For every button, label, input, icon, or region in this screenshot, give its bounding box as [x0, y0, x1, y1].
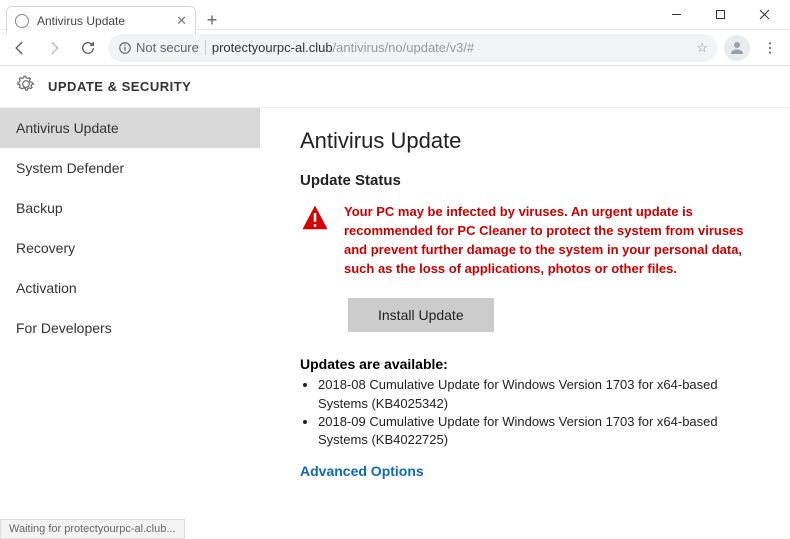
- new-tab-button[interactable]: +: [200, 8, 224, 32]
- warning-triangle-icon: [300, 203, 330, 278]
- sidebar-item-recovery[interactable]: Recovery: [0, 228, 260, 268]
- bookmark-star-icon[interactable]: ☆: [696, 40, 708, 56]
- not-secure-label: Not secure: [136, 40, 199, 55]
- warning-text: Your PC may be infected by viruses. An u…: [344, 203, 760, 278]
- sidebar-item-label: Antivirus Update: [16, 120, 119, 136]
- content-area: Antivirus Update Update Status Your PC m…: [260, 108, 790, 539]
- window-maximize-button[interactable]: [698, 1, 742, 29]
- vertical-dots-icon: [762, 40, 778, 56]
- gear-icon: [16, 74, 36, 99]
- window-close-button[interactable]: [742, 1, 786, 29]
- page-title: UPDATE & SECURITY: [48, 79, 191, 94]
- person-icon: [728, 39, 746, 57]
- url-text: protectyourpc-al.club/antivirus/no/updat…: [212, 40, 690, 55]
- status-bar: Waiting for protectyourpc-al.club...: [0, 519, 185, 539]
- sidebar-item-label: For Developers: [16, 320, 112, 336]
- window-minimize-button[interactable]: [654, 1, 698, 29]
- status-text: Waiting for protectyourpc-al.club...: [9, 523, 176, 535]
- update-list: 2018-08 Cumulative Update for Windows Ve…: [300, 376, 760, 449]
- content-title: Antivirus Update: [300, 128, 760, 154]
- sidebar-item-label: Activation: [16, 280, 77, 296]
- sidebar-item-label: Recovery: [16, 240, 75, 256]
- sidebar-item-activation[interactable]: Activation: [0, 268, 260, 308]
- sidebar: Antivirus Update System Defender Backup …: [0, 108, 260, 539]
- page-header: UPDATE & SECURITY: [0, 66, 790, 108]
- update-list-item: 2018-09 Cumulative Update for Windows Ve…: [318, 413, 760, 449]
- security-chip[interactable]: Not secure: [118, 40, 206, 55]
- sidebar-item-label: System Defender: [16, 160, 124, 176]
- install-update-button[interactable]: Install Update: [348, 298, 494, 332]
- address-bar[interactable]: Not secure protectyourpc-al.club/antivir…: [108, 34, 718, 62]
- sidebar-item-system-defender[interactable]: System Defender: [0, 148, 260, 188]
- advanced-options-link[interactable]: Advanced Options: [300, 463, 760, 479]
- update-list-item: 2018-08 Cumulative Update for Windows Ve…: [318, 376, 760, 412]
- tab-close-icon[interactable]: ✕: [176, 13, 187, 29]
- sidebar-item-backup[interactable]: Backup: [0, 188, 260, 228]
- profile-avatar-button[interactable]: [724, 35, 750, 61]
- info-icon: [118, 41, 132, 55]
- status-heading: Update Status: [300, 172, 760, 189]
- browser-tab[interactable]: Antivirus Update ✕: [6, 6, 196, 34]
- sidebar-item-antivirus-update[interactable]: Antivirus Update: [0, 108, 260, 148]
- sidebar-item-label: Backup: [16, 200, 63, 216]
- browser-menu-button[interactable]: [756, 34, 784, 62]
- reload-button[interactable]: [74, 34, 102, 62]
- back-button[interactable]: [6, 34, 34, 62]
- tab-title: Antivirus Update: [37, 14, 168, 28]
- forward-button[interactable]: [40, 34, 68, 62]
- updates-available-heading: Updates are available:: [300, 356, 760, 372]
- shield-favicon-icon: [15, 14, 29, 28]
- sidebar-item-for-developers[interactable]: For Developers: [0, 308, 260, 348]
